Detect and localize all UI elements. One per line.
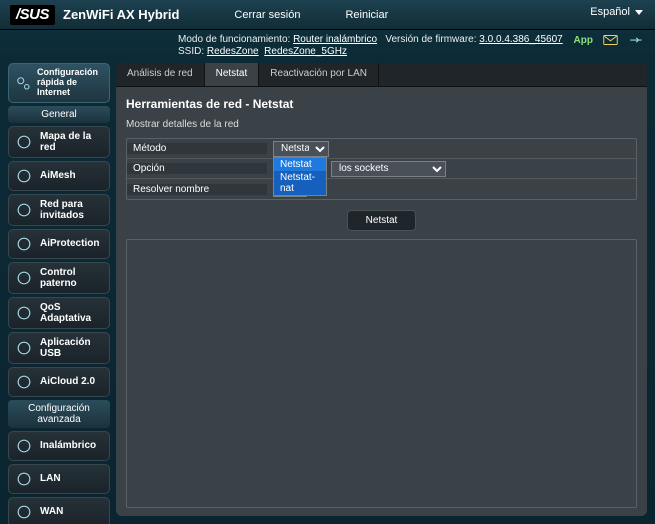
mode-value[interactable]: Router inalámbrico: [293, 34, 377, 45]
mode-label: Modo de funcionamiento:: [178, 34, 290, 45]
ssid-label: SSID:: [178, 46, 204, 57]
language-label: Español: [590, 6, 630, 18]
sidebar-general-3[interactable]: AiProtection: [8, 229, 110, 259]
sidebar-advanced-2[interactable]: WAN: [8, 497, 110, 524]
netstat-run-button[interactable]: Netstat: [347, 210, 417, 231]
menu-label: Control paterno: [40, 267, 104, 289]
menu-label: Inalámbrico: [40, 440, 96, 451]
method-option-netstat[interactable]: Netstat: [274, 158, 326, 171]
sidebar-advanced-1[interactable]: LAN: [8, 464, 110, 494]
method-label: Método: [127, 143, 267, 154]
section-advanced: Configuración avanzada: [8, 400, 110, 428]
tab-0[interactable]: Análisis de red: [116, 63, 205, 86]
sidebar: Configuraciónrápida de Internet General …: [8, 63, 110, 516]
page-description: Mostrar detalles de la red: [126, 119, 637, 130]
app-badge[interactable]: App: [574, 35, 593, 46]
menu-icon: [14, 200, 34, 220]
sidebar-general-6[interactable]: Aplicación USB: [8, 332, 110, 364]
menu-icon: [14, 502, 34, 522]
sidebar-general-2[interactable]: Red para invitados: [8, 194, 110, 226]
section-general: General: [8, 106, 110, 123]
fw-value[interactable]: 3.0.0.4.386_45607: [479, 34, 562, 45]
option-label: Opción: [127, 163, 267, 174]
gears-icon: [14, 74, 32, 92]
info-bar: Modo de funcionamiento: Router inalámbri…: [0, 30, 655, 60]
menu-icon: [14, 166, 34, 186]
option-select[interactable]: los sockets: [331, 161, 446, 177]
form-box: Método Netstat Netstat Netstat-nat Opció…: [126, 138, 637, 200]
resolve-label: Resolver nombre: [127, 184, 267, 195]
page-title: Herramientas de red - Netstat: [126, 97, 637, 111]
menu-icon: [14, 469, 34, 489]
menu-icon: [14, 436, 34, 456]
reboot-button[interactable]: Reiniciar: [345, 9, 388, 21]
ssid-2[interactable]: RedesZone_5GHz: [264, 46, 347, 57]
method-select[interactable]: Netstat: [273, 141, 329, 157]
menu-label: AiMesh: [40, 170, 76, 181]
menu-icon: [14, 132, 34, 152]
fw-label: Versión de firmware:: [385, 34, 476, 45]
menu-label: AiProtection: [40, 238, 99, 249]
method-option-netstat-nat[interactable]: Netstat-nat: [274, 171, 326, 195]
tab-1[interactable]: Netstat: [205, 63, 260, 86]
sidebar-general-1[interactable]: AiMesh: [8, 161, 110, 191]
header-bar: /SUS ZenWiFi AX Hybrid Cerrar sesión Rei…: [0, 0, 655, 30]
ssid-1[interactable]: RedesZone: [207, 46, 259, 57]
sidebar-general-5[interactable]: QoS Adaptativa: [8, 297, 110, 329]
sidebar-general-4[interactable]: Control paterno: [8, 262, 110, 294]
sidebar-general-0[interactable]: Mapa de la red: [8, 126, 110, 158]
model-name: ZenWiFi AX Hybrid: [63, 7, 179, 22]
mail-icon[interactable]: [603, 34, 618, 47]
menu-icon: [14, 372, 34, 392]
logout-button[interactable]: Cerrar sesión: [234, 9, 300, 21]
menu-icon: [14, 234, 34, 254]
menu-label: LAN: [40, 473, 61, 484]
brand-logo: /SUS: [10, 5, 55, 25]
menu-label: Red para invitados: [40, 199, 104, 221]
menu-label: Aplicación USB: [40, 337, 104, 359]
menu-icon: [14, 268, 34, 288]
sidebar-general-7[interactable]: AiCloud 2.0: [8, 367, 110, 397]
tab-bar: Análisis de redNetstatReactivación por L…: [116, 63, 647, 87]
sidebar-advanced-0[interactable]: Inalámbrico: [8, 431, 110, 461]
chevron-down-icon: [635, 10, 643, 15]
menu-label: AiCloud 2.0: [40, 376, 95, 387]
output-area: [126, 239, 637, 508]
tab-2[interactable]: Reactivación por LAN: [259, 63, 379, 86]
menu-label: WAN: [40, 506, 63, 517]
usb-icon[interactable]: [628, 34, 643, 47]
menu-icon: [14, 303, 34, 323]
menu-icon: [14, 338, 34, 358]
method-dropdown-open[interactable]: Netstat Netstat-nat: [273, 157, 327, 196]
quick-setup-button[interactable]: Configuraciónrápida de Internet: [8, 63, 110, 103]
menu-label: QoS Adaptativa: [40, 302, 104, 324]
main-panel: Análisis de redNetstatReactivación por L…: [116, 63, 647, 516]
menu-label: Mapa de la red: [40, 131, 104, 153]
language-selector[interactable]: Español: [590, 6, 643, 18]
